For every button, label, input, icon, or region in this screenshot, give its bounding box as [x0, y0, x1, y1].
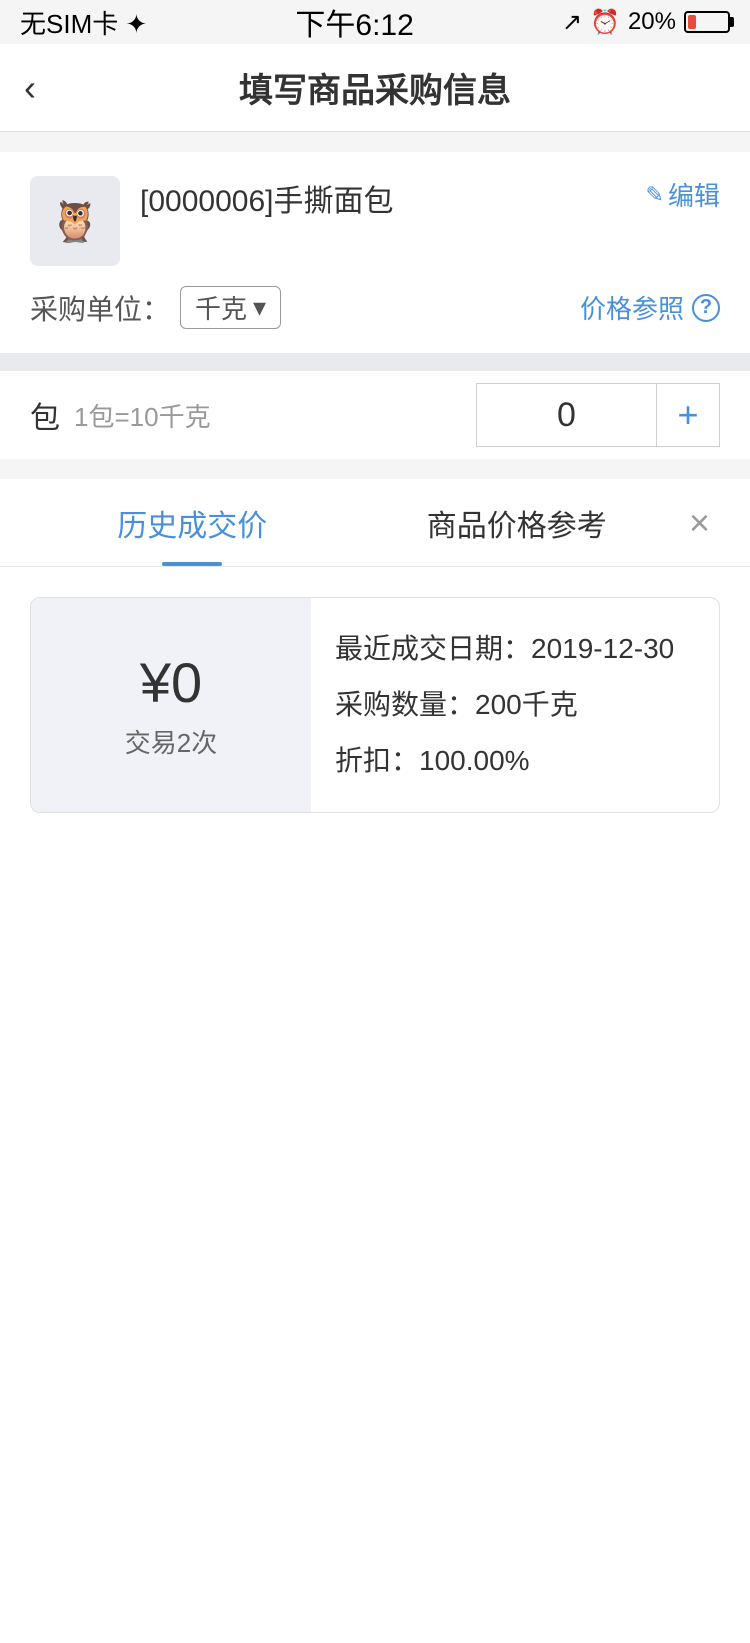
- tab1-label: 历史成交价: [117, 501, 267, 545]
- price-reference-button[interactable]: 价格参照 ?: [580, 289, 720, 326]
- price-right-panel: 最近成交日期：2019-12-30 采购数量：200千克 折扣：100.00%: [311, 598, 719, 812]
- unit-label: 采购单位：: [30, 288, 170, 328]
- battery-fill: [688, 15, 696, 29]
- unit-left: 采购单位： 千克 ▾: [30, 286, 281, 329]
- edit-icon: ✎: [646, 182, 664, 208]
- unit-value: 千克: [195, 289, 247, 326]
- main-background: [0, 843, 750, 1643]
- price-left-panel: ¥0 交易2次: [31, 598, 311, 812]
- discount-row: 折扣：100.00%: [335, 740, 695, 782]
- product-header: 🦉 [0000006]手撕面包 ✎ 编辑: [30, 176, 720, 266]
- status-time: 下午6:12: [295, 0, 413, 44]
- price-value: 0: [171, 651, 202, 714]
- price-amount: ¥0: [140, 650, 202, 715]
- quantity-label: 采购数量：: [335, 689, 475, 720]
- unit-description: 1包=10千克: [74, 397, 476, 434]
- price-card: ¥0 交易2次 最近成交日期：2019-12-30 采购数量：200千克 折扣：…: [30, 597, 720, 813]
- tab-close-button[interactable]: ×: [679, 502, 720, 544]
- battery-icon: [684, 11, 730, 33]
- quantity-row: 包 1包=10千克 +: [0, 371, 750, 459]
- status-bar: 无SIM卡 ✦ 下午6:12 ↗ ⏰ 20%: [0, 0, 750, 44]
- back-button[interactable]: ‹: [24, 67, 36, 109]
- quantity-plus-button[interactable]: +: [656, 383, 720, 447]
- tab-history-price[interactable]: 历史成交价: [30, 479, 354, 566]
- currency-symbol: ¥: [140, 651, 171, 714]
- carrier-text: 无SIM卡 ✦: [20, 4, 147, 41]
- quantity-input[interactable]: [476, 383, 656, 447]
- alarm-icon: ⏰: [590, 8, 620, 37]
- unit-row: 采购单位： 千克 ▾ 价格参照 ?: [30, 286, 720, 329]
- trade-count: 交易2次: [125, 723, 217, 760]
- product-info: 🦉 [0000006]手撕面包: [30, 176, 393, 266]
- question-icon: ?: [692, 294, 720, 322]
- section-divider: [0, 353, 750, 371]
- quantity-value: 200千克: [475, 689, 578, 720]
- recent-date-row: 最近成交日期：2019-12-30: [335, 628, 695, 670]
- product-thumbnail: 🦉: [30, 176, 120, 266]
- status-right: ↗ ⏰ 20%: [562, 8, 730, 37]
- battery-percent: 20%: [628, 8, 676, 36]
- page-title: 填写商品采购信息: [239, 63, 511, 112]
- product-name: [0000006]手撕面包: [140, 181, 393, 223]
- tab2-label: 商品价格参考: [427, 501, 607, 545]
- unit-label-big: 包: [30, 393, 60, 437]
- price-content: ¥0 交易2次 最近成交日期：2019-12-30 采购数量：200千克 折扣：…: [0, 567, 750, 843]
- discount-label: 折扣：: [335, 745, 419, 776]
- unit-dropdown[interactable]: 千克 ▾: [180, 286, 281, 329]
- owl-logo-icon: 🦉: [50, 198, 100, 245]
- product-card: 🦉 [0000006]手撕面包 ✎ 编辑 采购单位： 千克 ▾ 价格参照 ?: [0, 152, 750, 353]
- recent-date-label: 最近成交日期：: [335, 633, 531, 664]
- tab-header: 历史成交价 商品价格参考 ×: [0, 479, 750, 567]
- edit-button[interactable]: ✎ 编辑: [646, 176, 720, 213]
- price-ref-label: 价格参照: [580, 289, 684, 326]
- quantity-control: +: [476, 383, 720, 447]
- tab-panel: 历史成交价 商品价格参考 × ¥0 交易2次 最近成交日期：2019-12-30…: [0, 479, 750, 843]
- discount-value: 100.00%: [419, 745, 530, 776]
- recent-date-value: 2019-12-30: [531, 633, 674, 664]
- nav-bar: ‹ 填写商品采购信息: [0, 44, 750, 132]
- purchase-quantity-row: 采购数量：200千克: [335, 684, 695, 726]
- dropdown-icon: ▾: [253, 292, 266, 323]
- status-left: 无SIM卡 ✦: [20, 4, 147, 41]
- tab-product-price-ref[interactable]: 商品价格参考: [354, 479, 678, 566]
- location-icon: ↗: [562, 8, 582, 37]
- edit-label: 编辑: [668, 176, 720, 213]
